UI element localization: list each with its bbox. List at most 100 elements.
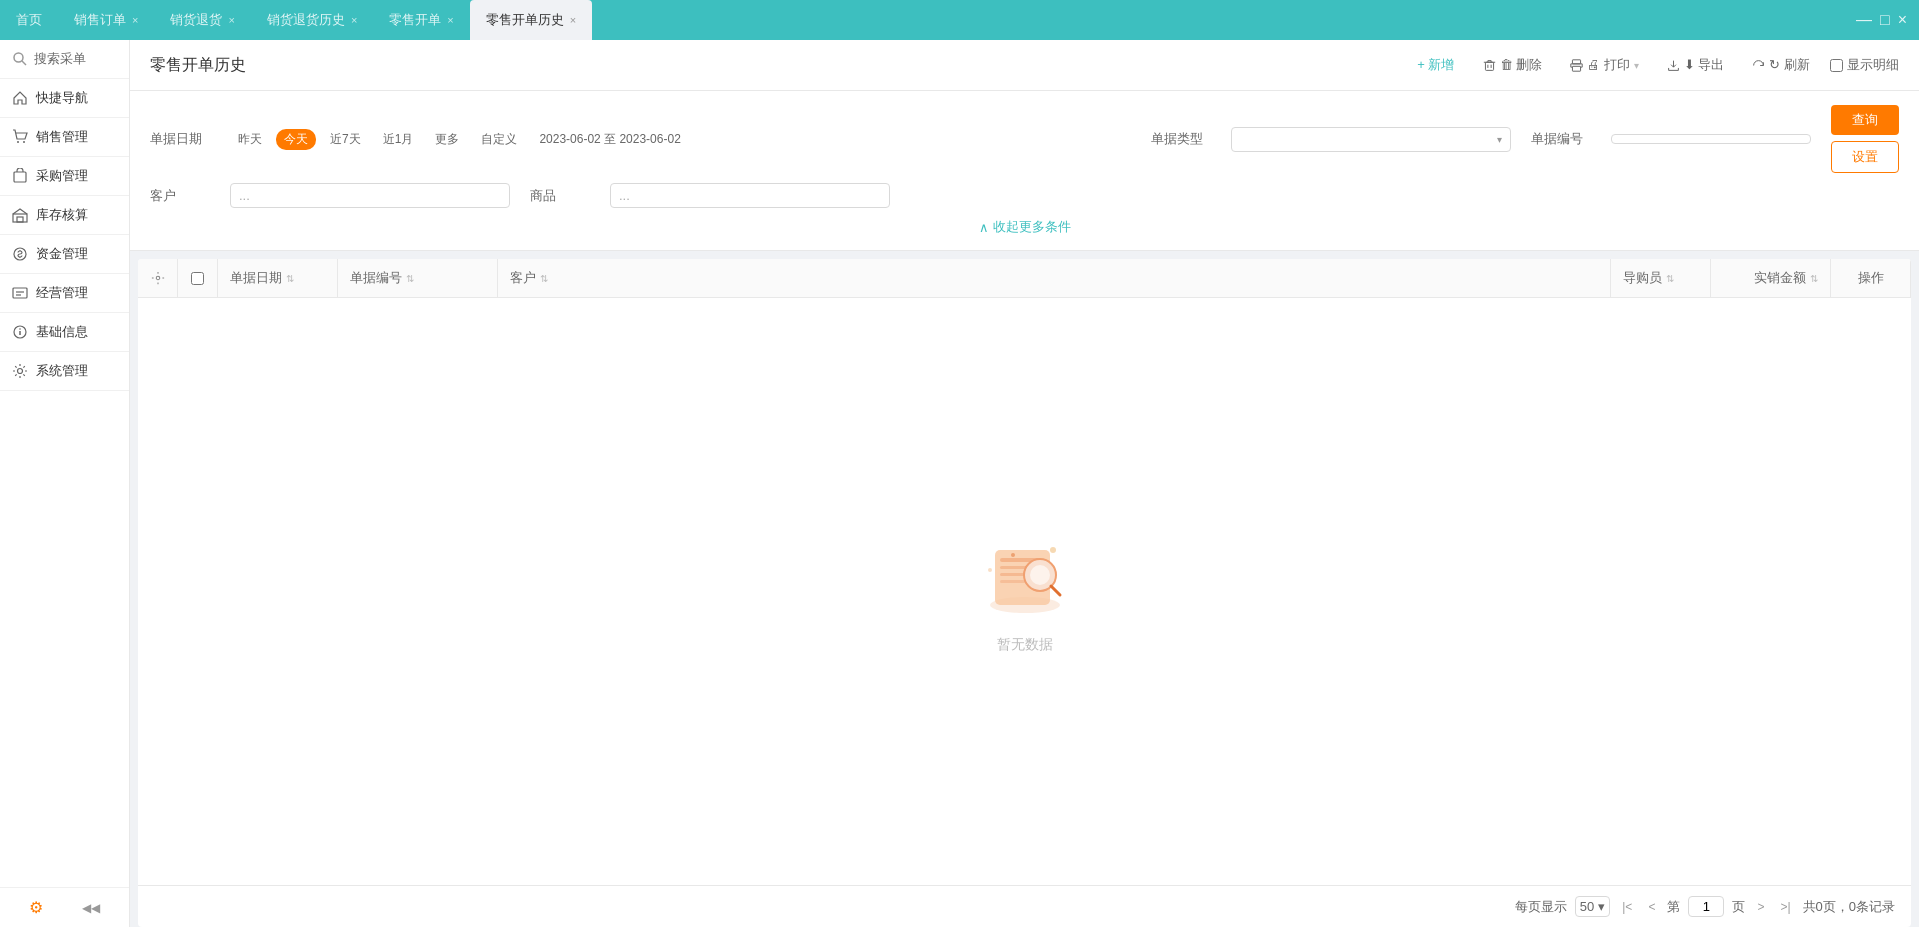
sidebar-item-sales[interactable]: 销售管理 bbox=[0, 118, 129, 157]
date-custom[interactable]: 自定义 bbox=[473, 129, 525, 150]
window-maximize[interactable]: □ bbox=[1880, 11, 1890, 29]
th-customer[interactable]: 客户 ⇅ bbox=[498, 259, 1611, 297]
number-label: 单据编号 bbox=[1531, 130, 1591, 148]
page-prev[interactable]: < bbox=[1644, 898, 1659, 916]
th-date[interactable]: 单据日期 ⇅ bbox=[218, 259, 338, 297]
customer-input[interactable]: ... bbox=[230, 183, 510, 208]
sidebar-item-basic-info[interactable]: 基础信息 bbox=[0, 313, 129, 352]
svg-point-13 bbox=[19, 328, 21, 330]
pagination-total: 共0页，0条记录 bbox=[1803, 898, 1895, 916]
sidebar-management-label: 经营管理 bbox=[36, 284, 88, 302]
export-label: ⬇ 导出 bbox=[1684, 56, 1725, 74]
table-header: 单据日期 ⇅ 单据编号 ⇅ 客户 ⇅ 导购员 ⇅ 实销金额 ⇅ bbox=[138, 259, 1911, 298]
tab-sales-order-label: 销售订单 bbox=[74, 11, 126, 29]
tab-return-history[interactable]: 销货退货历史 × bbox=[251, 0, 373, 40]
sidebar-item-system[interactable]: 系统管理 bbox=[0, 352, 129, 391]
page-last[interactable]: >| bbox=[1776, 898, 1794, 916]
refresh-button[interactable]: ↻ 刷新 bbox=[1744, 52, 1818, 78]
window-close[interactable]: × bbox=[1898, 11, 1907, 29]
page-input[interactable] bbox=[1688, 896, 1724, 917]
new-button[interactable]: + 新增 bbox=[1409, 52, 1462, 78]
sidebar-inventory-label: 库存核算 bbox=[36, 206, 88, 224]
date-label: 单据日期 bbox=[150, 130, 210, 148]
sort-date-icon[interactable]: ⇅ bbox=[286, 273, 294, 284]
sort-customer-icon[interactable]: ⇅ bbox=[540, 273, 548, 284]
warehouse-icon bbox=[12, 207, 28, 223]
sidebar-item-inventory[interactable]: 库存核算 bbox=[0, 196, 129, 235]
export-button[interactable]: ⬇ 导出 bbox=[1659, 52, 1733, 78]
tab-return-history-close[interactable]: × bbox=[351, 14, 357, 26]
toolbar: + 新增 🗑 删除 bbox=[1409, 52, 1899, 78]
content-area: 零售开单历史 + 新增 🗑 删除 bbox=[130, 40, 1919, 927]
page-next[interactable]: > bbox=[1753, 898, 1768, 916]
window-controls: — □ × bbox=[1856, 11, 1919, 29]
collapse-label: 收起更多条件 bbox=[993, 218, 1071, 236]
tab-return[interactable]: 销货退货 × bbox=[154, 0, 250, 40]
date-more[interactable]: 更多 bbox=[427, 129, 467, 150]
per-page-label: 每页显示 bbox=[1515, 898, 1567, 916]
tab-bar: 首页 销售订单 × 销货退货 × 销货退货历史 × 零售开单 × 零售开单历史 … bbox=[0, 0, 1919, 40]
svg-point-21 bbox=[156, 276, 160, 280]
collapse-button[interactable]: ∧ 收起更多条件 bbox=[150, 218, 1899, 236]
date-yesterday[interactable]: 昨天 bbox=[230, 129, 270, 150]
tab-retail-history[interactable]: 零售开单历史 × bbox=[470, 0, 592, 40]
sort-amount-icon[interactable]: ⇅ bbox=[1810, 273, 1818, 284]
column-settings-icon bbox=[151, 271, 165, 285]
sidebar-item-management[interactable]: 经营管理 bbox=[0, 274, 129, 313]
goods-input[interactable]: ... bbox=[610, 183, 890, 208]
type-select[interactable]: ▾ bbox=[1231, 127, 1511, 152]
sort-guide-icon[interactable]: ⇅ bbox=[1666, 273, 1674, 284]
sort-number-icon[interactable]: ⇅ bbox=[406, 273, 414, 284]
sidebar-bottom: ⚙ ◀◀ bbox=[0, 887, 129, 927]
settings-gear-icon[interactable]: ⚙ bbox=[29, 898, 43, 917]
svg-rect-15 bbox=[1485, 62, 1493, 70]
date-1month[interactable]: 近1月 bbox=[375, 129, 422, 150]
type-label: 单据类型 bbox=[1151, 130, 1211, 148]
page-first[interactable]: |< bbox=[1618, 898, 1636, 916]
print-label: 🖨 打印 bbox=[1587, 56, 1630, 74]
page-suffix: 页 bbox=[1732, 898, 1745, 916]
svg-rect-4 bbox=[14, 172, 26, 182]
select-all-checkbox[interactable] bbox=[191, 272, 204, 285]
svg-rect-8 bbox=[13, 288, 27, 298]
svg-point-31 bbox=[1011, 553, 1015, 557]
show-detail-check[interactable] bbox=[1830, 59, 1843, 72]
goods-placeholder: ... bbox=[619, 188, 630, 203]
sidebar-item-quicknav[interactable]: 快捷导航 bbox=[0, 79, 129, 118]
tab-retail-close[interactable]: × bbox=[447, 14, 453, 26]
delete-button[interactable]: 🗑 删除 bbox=[1475, 52, 1551, 78]
tab-sales-order[interactable]: 销售订单 × bbox=[58, 0, 154, 40]
svg-rect-6 bbox=[17, 217, 23, 222]
empty-state: 暂无数据 bbox=[138, 298, 1911, 885]
print-button[interactable]: 🖨 打印 ▾ bbox=[1562, 52, 1647, 78]
tab-retail-history-close[interactable]: × bbox=[570, 14, 576, 26]
sidebar: 搜索采单 快捷导航 销售管理 采购管理 bbox=[0, 40, 130, 927]
tab-home[interactable]: 首页 bbox=[0, 0, 58, 40]
settings-button[interactable]: 设置 bbox=[1831, 141, 1899, 173]
number-input[interactable] bbox=[1611, 134, 1811, 144]
th-check[interactable] bbox=[178, 259, 218, 297]
tab-sales-order-close[interactable]: × bbox=[132, 14, 138, 26]
tab-retail-label: 零售开单 bbox=[389, 11, 441, 29]
sidebar-quicknav-label: 快捷导航 bbox=[36, 89, 88, 107]
sidebar-item-finance[interactable]: 资金管理 bbox=[0, 235, 129, 274]
sidebar-search[interactable]: 搜索采单 bbox=[0, 40, 129, 79]
date-today[interactable]: 今天 bbox=[276, 129, 316, 150]
tab-retail[interactable]: 零售开单 × bbox=[373, 0, 469, 40]
th-settings[interactable] bbox=[138, 259, 178, 297]
th-number[interactable]: 单据编号 ⇅ bbox=[338, 259, 498, 297]
sidebar-item-purchase[interactable]: 采购管理 bbox=[0, 157, 129, 196]
sidebar-collapse-icon[interactable]: ◀◀ bbox=[82, 901, 100, 915]
date-7days[interactable]: 近7天 bbox=[322, 129, 369, 150]
th-amount[interactable]: 实销金额 ⇅ bbox=[1711, 259, 1831, 297]
main-layout: 搜索采单 快捷导航 销售管理 采购管理 bbox=[0, 40, 1919, 927]
per-page-select[interactable]: 50 ▾ bbox=[1575, 896, 1610, 917]
window-minimize[interactable]: — bbox=[1856, 11, 1872, 29]
svg-point-32 bbox=[1050, 547, 1056, 553]
show-detail-checkbox[interactable]: 显示明细 bbox=[1830, 56, 1899, 74]
filter-area: 单据日期 昨天 今天 近7天 近1月 更多 自定义 2023-06-02 至 2… bbox=[130, 91, 1919, 251]
tab-return-close[interactable]: × bbox=[228, 14, 234, 26]
query-button[interactable]: 查询 bbox=[1831, 105, 1899, 135]
svg-line-30 bbox=[1051, 586, 1060, 595]
th-guide[interactable]: 导购员 ⇅ bbox=[1611, 259, 1711, 297]
